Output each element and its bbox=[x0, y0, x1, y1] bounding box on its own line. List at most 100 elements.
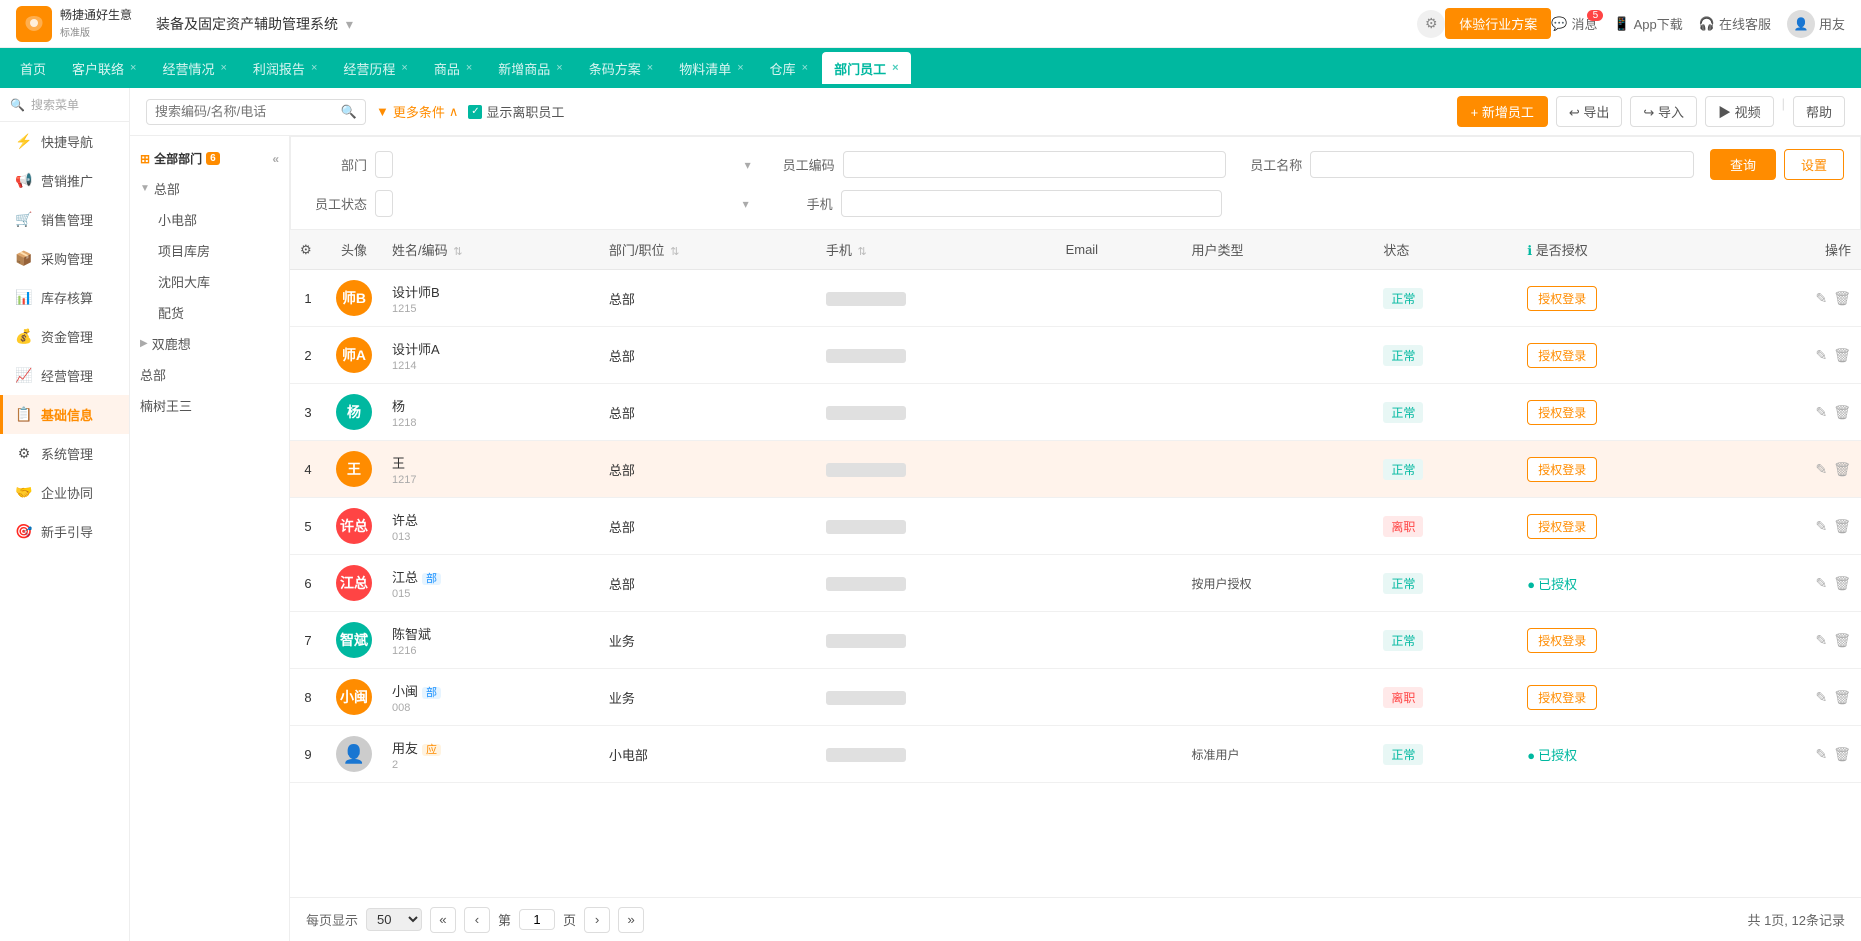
dept-item-nanshu[interactable]: 楠树王三 bbox=[130, 390, 289, 421]
th-name-code[interactable]: 姓名/编码 ⇅ bbox=[382, 230, 599, 270]
sidebar-item-operations[interactable]: 📈 经营管理 bbox=[0, 356, 129, 395]
delete-button[interactable]: 🗑 bbox=[1833, 746, 1851, 763]
edit-button[interactable]: ✎ bbox=[1815, 689, 1827, 706]
per-page-select[interactable]: 50 100 200 bbox=[366, 908, 422, 931]
tab-customer-close[interactable]: × bbox=[130, 62, 136, 74]
sidebar-search[interactable]: 🔍 搜索菜单 bbox=[0, 88, 129, 122]
online-service-button[interactable]: 🎧 在线客服 bbox=[1699, 14, 1771, 33]
filter-phone-input[interactable] bbox=[841, 190, 1223, 217]
first-page-button[interactable]: « bbox=[430, 907, 456, 933]
delete-button[interactable]: 🗑 bbox=[1833, 347, 1851, 364]
tab-customer[interactable]: 客户联络 × bbox=[60, 52, 148, 84]
sidebar-item-system[interactable]: ⚙ 系统管理 bbox=[0, 434, 129, 473]
dept-collapse-button[interactable]: « bbox=[272, 152, 279, 166]
dept-item-project-storage[interactable]: 项目库房 bbox=[130, 235, 289, 266]
auth-login-button[interactable]: 授权登录 bbox=[1527, 514, 1597, 539]
user-menu[interactable]: 👤 用友 bbox=[1787, 10, 1845, 38]
last-page-button[interactable]: » bbox=[618, 907, 644, 933]
show-resigned-checkbox[interactable]: ✓ 显示离职员工 bbox=[468, 102, 564, 121]
filter-dept-select[interactable] bbox=[375, 151, 393, 178]
edit-button[interactable]: ✎ bbox=[1815, 746, 1827, 763]
tab-history[interactable]: 经营历程 × bbox=[331, 52, 419, 84]
tab-warehouse-close[interactable]: × bbox=[802, 62, 808, 74]
filter-emp-code-input[interactable] bbox=[843, 151, 1227, 178]
prev-page-button[interactable]: ‹ bbox=[464, 907, 490, 933]
add-employee-button[interactable]: + 新增员工 bbox=[1457, 96, 1548, 127]
sort-name-icon[interactable]: ⇅ bbox=[453, 246, 462, 258]
edit-button[interactable]: ✎ bbox=[1815, 575, 1827, 592]
sidebar-item-collaboration[interactable]: 🤝 企业协同 bbox=[0, 473, 129, 512]
tab-employees[interactable]: 部门员工 × bbox=[822, 52, 910, 84]
dept-item-zongbu[interactable]: 总部 bbox=[130, 359, 289, 390]
auth-login-button[interactable]: 授权登录 bbox=[1527, 457, 1597, 482]
delete-button[interactable]: 🗑 bbox=[1833, 689, 1851, 706]
auth-login-button[interactable]: 授权登录 bbox=[1527, 343, 1597, 368]
delete-button[interactable]: 🗑 bbox=[1833, 632, 1851, 649]
delete-button[interactable]: 🗑 bbox=[1833, 575, 1851, 592]
auth-login-button[interactable]: 授权登录 bbox=[1527, 286, 1597, 311]
tab-goods[interactable]: 商品 × bbox=[422, 52, 484, 84]
edit-button[interactable]: ✎ bbox=[1815, 404, 1827, 421]
tab-add-goods[interactable]: 新增商品 × bbox=[486, 52, 574, 84]
tab-operations[interactable]: 经营情况 × bbox=[150, 52, 238, 84]
checkbox-icon[interactable]: ✓ bbox=[468, 105, 482, 119]
tab-barcode[interactable]: 条码方案 × bbox=[577, 52, 665, 84]
tab-profit[interactable]: 利润报告 × bbox=[241, 52, 329, 84]
edit-button[interactable]: ✎ bbox=[1815, 347, 1827, 364]
edit-button[interactable]: ✎ bbox=[1815, 518, 1827, 535]
dept-item-distribution[interactable]: 配货 bbox=[130, 297, 289, 328]
dept-item-shenyang-storage[interactable]: 沈阳大库 bbox=[130, 266, 289, 297]
sort-phone-icon[interactable]: ⇅ bbox=[857, 246, 866, 258]
th-dept-position[interactable]: 部门/职位 ⇅ bbox=[599, 230, 816, 270]
tab-barcode-close[interactable]: × bbox=[647, 62, 653, 74]
next-page-button[interactable]: › bbox=[584, 907, 610, 933]
more-conditions-button[interactable]: ▼ 更多条件 ∧ bbox=[376, 102, 458, 121]
filter-emp-name-input[interactable] bbox=[1310, 151, 1694, 178]
title-dropdown-icon[interactable]: ▾ bbox=[346, 16, 353, 32]
app-download-button[interactable]: 📱 App下载 bbox=[1613, 14, 1682, 33]
page-number-input[interactable] bbox=[519, 909, 555, 930]
sidebar-item-marketing[interactable]: 📢 营销推广 bbox=[0, 161, 129, 200]
th-phone[interactable]: 手机 ⇅ bbox=[816, 230, 1056, 270]
tab-warehouse[interactable]: 仓库 × bbox=[758, 52, 820, 84]
tab-history-close[interactable]: × bbox=[401, 62, 407, 74]
import-button[interactable]: ↪ 导入 bbox=[1630, 96, 1697, 127]
sort-dept-icon[interactable]: ⇅ bbox=[670, 246, 679, 258]
sidebar-item-sales[interactable]: 🛒 销售管理 bbox=[0, 200, 129, 239]
settings-button[interactable]: ⚙ bbox=[1417, 10, 1445, 38]
video-button[interactable]: ▶ 视频 bbox=[1705, 96, 1774, 127]
dept-item-shuangluxiang[interactable]: ▶ 双鹿想 bbox=[130, 328, 289, 359]
auth-login-button[interactable]: 授权登录 bbox=[1527, 685, 1597, 710]
help-button[interactable]: 帮助 bbox=[1793, 96, 1845, 127]
sidebar-item-quick-nav[interactable]: ⚡ 快捷导航 bbox=[0, 122, 129, 161]
search-input[interactable] bbox=[155, 104, 335, 119]
query-button[interactable]: 查询 bbox=[1710, 149, 1776, 180]
edit-button[interactable]: ✎ bbox=[1815, 290, 1827, 307]
auth-login-button[interactable]: 授权登录 bbox=[1527, 628, 1597, 653]
dept-item-zongbu-root[interactable]: ▼ 总部 bbox=[130, 173, 289, 204]
sidebar-item-inventory[interactable]: 📊 库存核算 bbox=[0, 278, 129, 317]
dept-item-xiaodibu[interactable]: 小电部 bbox=[130, 204, 289, 235]
delete-button[interactable]: 🗑 bbox=[1833, 290, 1851, 307]
try-industry-button[interactable]: 体验行业方案 bbox=[1445, 8, 1551, 39]
delete-button[interactable]: 🗑 bbox=[1833, 461, 1851, 478]
delete-button[interactable]: 🗑 bbox=[1833, 518, 1851, 535]
tab-add-goods-close[interactable]: × bbox=[556, 62, 562, 74]
filter-emp-status-select[interactable] bbox=[375, 190, 393, 217]
sidebar-item-purchase[interactable]: 📦 采购管理 bbox=[0, 239, 129, 278]
tab-goods-close[interactable]: × bbox=[466, 62, 472, 74]
sidebar-item-guide[interactable]: 🎯 新手引导 bbox=[0, 512, 129, 551]
edit-button[interactable]: ✎ bbox=[1815, 461, 1827, 478]
search-filter[interactable]: 🔍 bbox=[146, 99, 366, 125]
th-settings[interactable]: ⚙ bbox=[290, 230, 326, 270]
edit-button[interactable]: ✎ bbox=[1815, 632, 1827, 649]
delete-button[interactable]: 🗑 bbox=[1833, 404, 1851, 421]
tab-bom-close[interactable]: × bbox=[737, 62, 743, 74]
sidebar-item-basic-info[interactable]: 📋 基础信息 bbox=[0, 395, 129, 434]
tab-operations-close[interactable]: × bbox=[220, 62, 226, 74]
settings-filter-button[interactable]: 设置 bbox=[1784, 149, 1844, 180]
tab-employees-close[interactable]: × bbox=[892, 62, 898, 74]
tab-home[interactable]: 首页 bbox=[8, 52, 58, 84]
export-button[interactable]: ↩ 导出 bbox=[1556, 96, 1623, 127]
auth-login-button[interactable]: 授权登录 bbox=[1527, 400, 1597, 425]
